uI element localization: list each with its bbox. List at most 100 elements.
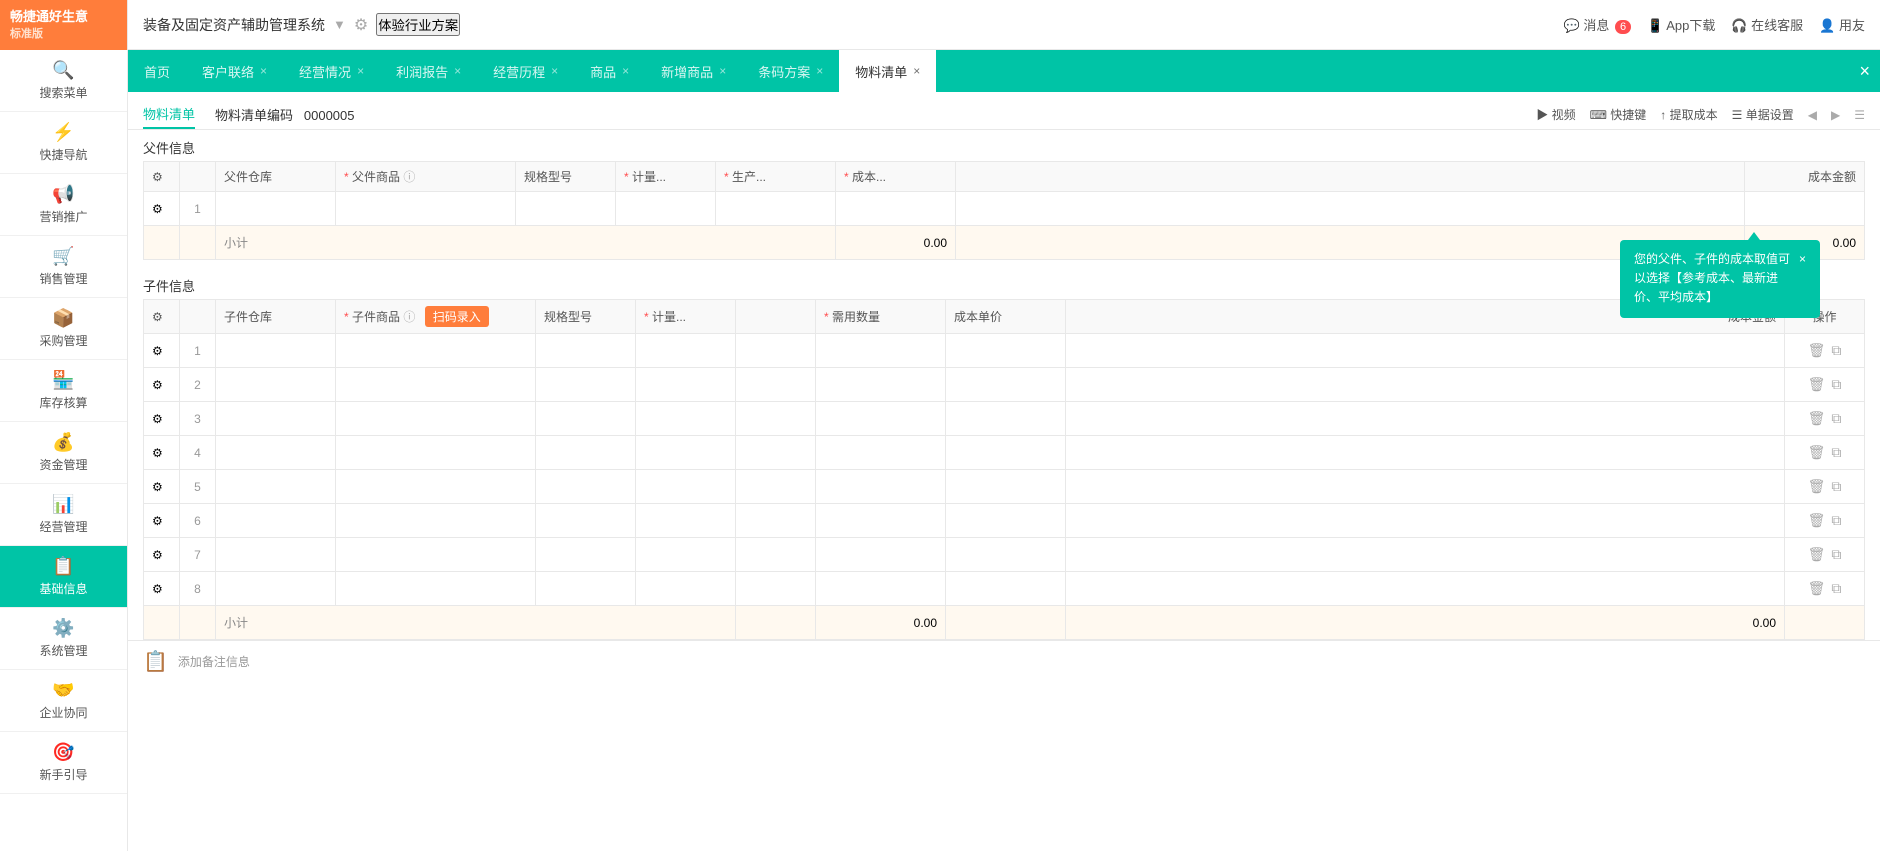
close-all-tabs[interactable]: × [1849, 61, 1880, 82]
keyboard-icon: ⌨ [1590, 108, 1607, 122]
user-label: 用友 [1839, 18, 1865, 33]
child-row1-spec[interactable] [536, 334, 636, 368]
parent-col-warehouse: 父件仓库 [216, 162, 336, 192]
parent-row1-cost[interactable] [836, 192, 956, 226]
child-row-1: ⚙ 1 🗑 ⧉ [144, 334, 1865, 368]
copy-row6-icon[interactable]: ⧉ [1831, 512, 1841, 529]
app-download[interactable]: 📱 App下载 [1647, 15, 1715, 34]
close-history-tab[interactable]: × [551, 64, 558, 78]
delete-row1-icon[interactable]: 🗑 [1808, 342, 1826, 359]
parent-col-cost: * 成本... [836, 162, 956, 192]
parent-row1-goods[interactable] [336, 192, 516, 226]
close-barcode-tab[interactable]: × [816, 64, 823, 78]
tab-bom[interactable]: 物料清单 × [839, 50, 936, 92]
copy-row7-icon[interactable]: ⧉ [1831, 546, 1841, 563]
info-icon: ⓘ [403, 170, 415, 184]
close-profit-tab[interactable]: × [454, 64, 461, 78]
tab-goods[interactable]: 商品 × [574, 50, 645, 92]
parent-row1-gear[interactable]: ⚙ [144, 192, 180, 226]
tab-home[interactable]: 首页 [128, 50, 186, 92]
tab-operation-history[interactable]: 经营历程 × [477, 50, 574, 92]
delete-row4-icon[interactable]: 🗑 [1808, 444, 1826, 461]
trial-button[interactable]: 体验行业方案 [376, 13, 460, 36]
sidebar-item-inventory[interactable]: 🏪 库存核算 [0, 360, 127, 422]
sub-tab-code-value: 0000005 [304, 108, 355, 123]
close-customer-tab[interactable]: × [260, 64, 267, 78]
copy-row1-icon[interactable]: ⧉ [1831, 342, 1841, 359]
video-btn[interactable]: ▶ 视频 [1536, 106, 1575, 123]
single-setting-btn[interactable]: ☰ 单据设置 [1732, 106, 1794, 123]
nav-next[interactable]: ▶ [1831, 108, 1840, 122]
sidebar-item-collab[interactable]: 🤝 企业协同 [0, 670, 127, 732]
user-area[interactable]: 👤 用友 [1819, 15, 1865, 34]
delete-row8-icon[interactable]: 🗑 [1808, 580, 1826, 597]
sidebar-item-operation[interactable]: 📊 经营管理 [0, 484, 127, 546]
shortcut-btn[interactable]: ⌨ 快捷键 [1590, 106, 1647, 123]
child-col-settings: ⚙ [144, 300, 180, 334]
sidebar-label-search: 搜索菜单 [39, 84, 87, 101]
main-area: 装备及固定资产辅助管理系统 ▼ ⚙ 体验行业方案 💬 消息 6 📱 App下载 … [128, 0, 1880, 851]
tab-barcode[interactable]: 条码方案 × [742, 50, 839, 92]
sidebar-label-operation: 经营管理 [39, 518, 87, 535]
child-row1-quantity[interactable] [816, 334, 946, 368]
parent-row1-warehouse[interactable] [216, 192, 336, 226]
settings-icon[interactable]: ⚙ [354, 15, 368, 35]
online-service[interactable]: 🎧 在线客服 [1731, 15, 1803, 34]
copy-row5-icon[interactable]: ⧉ [1831, 478, 1841, 495]
parent-row1-produce[interactable] [716, 192, 836, 226]
delete-row2-icon[interactable]: 🗑 [1808, 376, 1826, 393]
copy-row2-icon[interactable]: ⧉ [1831, 376, 1841, 393]
nav-tabs-bar: 首页 客户联络 × 经营情况 × 利润报告 × 经营历程 × 商品 × 新增商品… [128, 50, 1880, 92]
copy-row4-icon[interactable]: ⧉ [1831, 444, 1841, 461]
tab-add-goods[interactable]: 新增商品 × [645, 50, 742, 92]
tooltip-close-btn[interactable]: × [1799, 250, 1806, 269]
close-bom-tab[interactable]: × [913, 64, 920, 78]
parent-subtotal-num [180, 226, 216, 260]
setting-icon: ☰ [1732, 108, 1743, 122]
sidebar-item-guide[interactable]: 🎯 新手引导 [0, 732, 127, 794]
copy-row3-icon[interactable]: ⧉ [1831, 410, 1841, 427]
sidebar-label-quicknav: 快捷导航 [39, 146, 87, 163]
sidebar-item-purchase[interactable]: 📦 采购管理 [0, 298, 127, 360]
parent-subtotal-label: 小计 [216, 226, 836, 260]
sidebar-item-sales[interactable]: 🛒 销售管理 [0, 236, 127, 298]
layout-icon[interactable]: ☰ [1854, 108, 1865, 122]
delete-row7-icon[interactable]: 🗑 [1808, 546, 1826, 563]
sidebar-item-search[interactable]: 🔍 搜索菜单 [0, 50, 127, 112]
close-operation-status-tab[interactable]: × [357, 64, 364, 78]
delete-row6-icon[interactable]: 🗑 [1808, 512, 1826, 529]
sidebar-label-sales: 销售管理 [39, 270, 87, 287]
sidebar-item-marketing[interactable]: 📢 营销推广 [0, 174, 127, 236]
child-row1-unitcost[interactable] [946, 334, 1066, 368]
tab-operation-status[interactable]: 经营情况 × [283, 50, 380, 92]
delete-row3-icon[interactable]: 🗑 [1808, 410, 1826, 427]
copy-row8-icon[interactable]: ⧉ [1831, 580, 1841, 597]
scan-button[interactable]: 扫码录入 [425, 306, 489, 327]
message-item[interactable]: 💬 消息 6 [1564, 15, 1632, 34]
parent-row1-num: 1 [180, 192, 216, 226]
child-row1-unit[interactable] [636, 334, 736, 368]
dropdown-icon[interactable]: ▼ [333, 17, 346, 32]
sidebar-item-quicknav[interactable]: ⚡ 快捷导航 [0, 112, 127, 174]
extract-cost-btn[interactable]: ↑ 提取成本 [1660, 106, 1717, 123]
child-row1-goods[interactable] [336, 334, 536, 368]
header-left: 装备及固定资产辅助管理系统 ▼ ⚙ 体验行业方案 [143, 13, 460, 36]
tab-customer[interactable]: 客户联络 × [186, 50, 283, 92]
sidebar-item-finance[interactable]: 💰 资金管理 [0, 422, 127, 484]
delete-row5-icon[interactable]: 🗑 [1808, 478, 1826, 495]
close-addgoods-tab[interactable]: × [719, 64, 726, 78]
sidebar-item-system[interactable]: ⚙️ 系统管理 [0, 608, 127, 670]
nav-prev[interactable]: ◀ [1808, 108, 1817, 122]
parent-row1-spec[interactable] [516, 192, 616, 226]
tab-profit-report[interactable]: 利润报告 × [380, 50, 477, 92]
child-row1-warehouse[interactable] [216, 334, 336, 368]
sub-tab-bom[interactable]: 物料清单 [143, 100, 195, 129]
close-goods-tab[interactable]: × [622, 64, 629, 78]
tooltip-line1: 您的父件、子件的成本取值可 [1634, 252, 1790, 266]
required-star: * [344, 170, 352, 184]
sidebar-item-basic[interactable]: 📋 基础信息 [0, 546, 127, 608]
note-icon[interactable]: 📋 [143, 649, 168, 674]
child-row1-gear[interactable]: ⚙ [144, 334, 180, 368]
phone-icon: 📱 [1647, 18, 1663, 33]
parent-row1-unit[interactable] [616, 192, 716, 226]
